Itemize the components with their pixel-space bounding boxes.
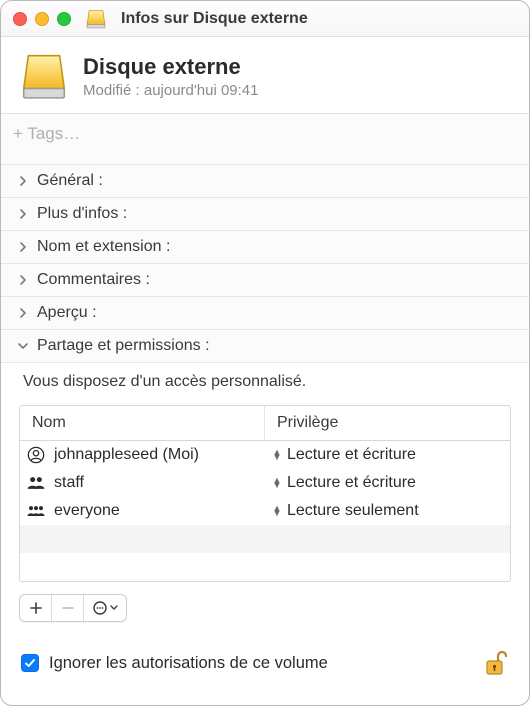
info-window: Infos sur Disque externe Disque externe …	[0, 0, 530, 706]
drive-icon	[85, 8, 107, 30]
section-permissions[interactable]: Partage et permissions :	[1, 330, 529, 363]
stepper-icon[interactable]: ▲▼	[271, 506, 283, 516]
close-icon[interactable]	[13, 12, 27, 26]
action-menu-button[interactable]	[84, 595, 126, 621]
tags-input[interactable]	[1, 114, 529, 165]
section-preview[interactable]: Aperçu :	[1, 297, 529, 330]
section-label: Plus d'infos :	[37, 205, 127, 223]
privilege-value: Lecture et écriture	[287, 446, 416, 464]
stepper-icon[interactable]: ▲▼	[271, 450, 283, 460]
section-name-ext[interactable]: Nom et extension :	[1, 231, 529, 264]
window-controls	[13, 12, 71, 26]
volume-name: Disque externe	[83, 54, 258, 80]
table-header: Nom Privilège	[20, 406, 510, 441]
permissions-table: Nom Privilège johnappleseed (Moi) ▲▼ Lec…	[19, 405, 511, 582]
minimize-icon[interactable]	[35, 12, 49, 26]
chevron-right-icon	[17, 241, 29, 253]
ignore-checkbox[interactable]	[21, 654, 39, 672]
ignore-label: Ignorer les autorisations de ce volume	[49, 654, 328, 673]
group-icon	[26, 473, 46, 493]
col-name[interactable]: Nom	[20, 406, 265, 440]
chevron-right-icon	[17, 208, 29, 220]
lock-icon[interactable]	[485, 650, 507, 676]
section-label: Aperçu :	[37, 304, 97, 322]
permissions-body: Vous disposez d'un accès personnalisé. N…	[1, 363, 529, 636]
section-label: Général :	[37, 172, 103, 190]
chevron-right-icon	[17, 307, 29, 319]
section-moreinfo[interactable]: Plus d'infos :	[1, 198, 529, 231]
table-row-empty	[20, 525, 510, 553]
table-row[interactable]: everyone ▲▼ Lecture seulement	[20, 497, 510, 525]
drive-icon-large	[19, 51, 69, 101]
titlebar: Infos sur Disque externe	[1, 1, 529, 37]
chevron-down-icon	[17, 340, 29, 352]
table-row[interactable]: johnappleseed (Moi) ▲▼ Lecture et écritu…	[20, 441, 510, 469]
chevron-down-icon	[110, 605, 118, 611]
section-label: Commentaires :	[37, 271, 150, 289]
zoom-icon[interactable]	[57, 12, 71, 26]
remove-button	[52, 595, 84, 621]
table-row[interactable]: staff ▲▼ Lecture et écriture	[20, 469, 510, 497]
stepper-icon[interactable]: ▲▼	[271, 478, 283, 488]
window-title: Infos sur Disque externe	[121, 10, 308, 28]
col-privilege[interactable]: Privilège	[265, 406, 510, 440]
chevron-right-icon	[17, 274, 29, 286]
item-header: Disque externe Modifié : aujourd'hui 09:…	[1, 37, 529, 114]
person-icon	[26, 445, 46, 465]
section-comments[interactable]: Commentaires :	[1, 264, 529, 297]
group-icon	[26, 501, 46, 521]
permissions-message: Vous disposez d'un accès personnalisé.	[23, 373, 511, 391]
modified-label: Modifié : aujourd'hui 09:41	[83, 82, 258, 99]
section-label: Nom et extension :	[37, 238, 170, 256]
add-button[interactable]	[20, 595, 52, 621]
privilege-value: Lecture seulement	[287, 502, 419, 520]
section-label: Partage et permissions :	[37, 337, 210, 355]
privilege-value: Lecture et écriture	[287, 474, 416, 492]
user-name: staff	[54, 474, 84, 492]
user-name: everyone	[54, 502, 120, 520]
permissions-toolbar	[19, 594, 127, 622]
ignore-permissions-row: Ignorer les autorisations de ce volume	[1, 636, 529, 692]
section-general[interactable]: Général :	[1, 165, 529, 198]
table-row-empty	[20, 553, 510, 581]
header-text: Disque externe Modifié : aujourd'hui 09:…	[83, 54, 258, 99]
user-name: johnappleseed (Moi)	[54, 446, 199, 464]
chevron-right-icon	[17, 175, 29, 187]
